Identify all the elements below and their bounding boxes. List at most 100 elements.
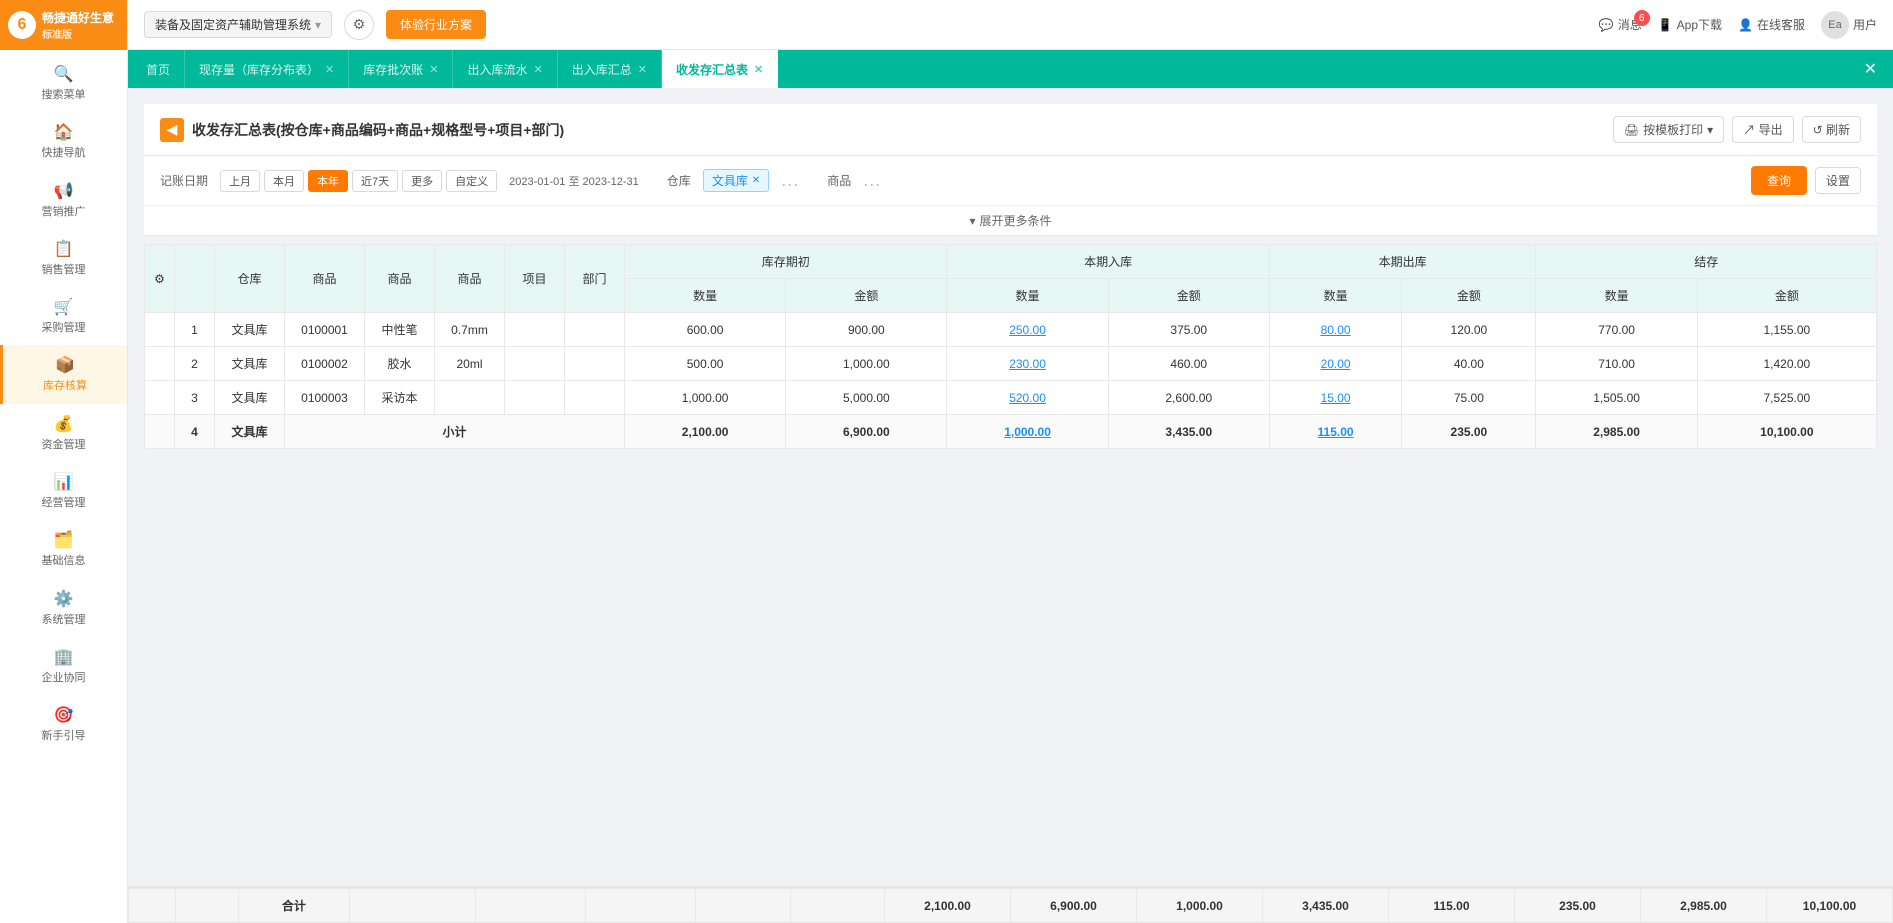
- subtotal-in-amt: 3,435.00: [1108, 415, 1269, 449]
- col-code-header: 商品: [285, 245, 365, 313]
- export-button[interactable]: ↗ 导出: [1732, 116, 1793, 143]
- export-icon: ↗: [1743, 123, 1755, 137]
- tab-recv-send-summary-close[interactable]: ✕: [754, 63, 763, 76]
- tabbar-close-button[interactable]: ✕: [1852, 59, 1889, 79]
- row1-open-amt: 900.00: [786, 313, 947, 347]
- warehouse-tag[interactable]: 文具库 ✕: [703, 169, 769, 192]
- tab-inout-summary-label: 出入库汇总: [572, 61, 632, 78]
- table-container: ⚙ 仓库 商品 商品 商品 项目 部门 库存期初 本期入库 本期出库 结存: [144, 244, 1877, 449]
- warehouse-more-button[interactable]: ...: [781, 170, 799, 191]
- row2-project: [505, 347, 565, 381]
- tab-batch-account-close[interactable]: ✕: [429, 63, 438, 76]
- col-num-header: [175, 245, 215, 313]
- tab-inout-flow[interactable]: 出入库流水 ✕: [453, 50, 557, 88]
- sidebar-item-basic-info[interactable]: 🗂️ 基础信息: [0, 520, 127, 578]
- collapse-arrow-button[interactable]: ◀: [160, 118, 184, 142]
- sidebar-item-search[interactable]: 🔍 搜索菜单: [0, 54, 127, 112]
- row2-num: 2: [175, 347, 215, 381]
- col-project-header: 项目: [505, 245, 565, 313]
- sidebar-item-quick-nav[interactable]: 🏠 快捷导航: [0, 112, 127, 170]
- topbar: 装备及固定资产辅助管理系统 ▾ ⚙ 体验行业方案 💬 消息 6 📱 App下载 …: [128, 0, 1893, 50]
- sidebar-item-operations[interactable]: 📊 经营管理: [0, 462, 127, 520]
- total-spacer2: [176, 889, 239, 923]
- subtotal-open-amt: 6,900.00: [786, 415, 947, 449]
- date-btn-custom[interactable]: 自定义: [446, 170, 497, 192]
- print-button[interactable]: 🖨 按模板打印 ▾: [1613, 116, 1724, 143]
- query-button[interactable]: 查询: [1751, 166, 1807, 195]
- tab-inout-flow-close[interactable]: ✕: [534, 63, 543, 76]
- subtotal-row: 4 文具库 小计 2,100.00 6,900.00 1,000.00 3,43…: [145, 415, 1877, 449]
- col-spec-header: 商品: [435, 245, 505, 313]
- subtotal-out-qty-link[interactable]: 115.00: [1318, 425, 1354, 439]
- experience-button[interactable]: 体验行业方案: [386, 10, 486, 39]
- sidebar-item-finance[interactable]: 💰 资金管理: [0, 404, 127, 462]
- row3-in-qty-link[interactable]: 520.00: [1009, 391, 1046, 405]
- settings-button[interactable]: ⚙: [344, 10, 374, 40]
- date-btn-last-month[interactable]: 上月: [220, 170, 260, 192]
- total-table: 合计 2,100.00 6,900.00 1,000.00 3,435.00 1…: [128, 888, 1893, 923]
- expand-down-icon: ▾: [969, 214, 975, 228]
- search-icon: 🔍: [54, 64, 74, 84]
- refresh-button[interactable]: ↺ 刷新: [1802, 116, 1861, 143]
- col-close-amt-subheader: 金额: [1697, 279, 1876, 313]
- sidebar-item-purchase[interactable]: 🛒 采购管理: [0, 287, 127, 345]
- date-btn-this-month[interactable]: 本月: [264, 170, 304, 192]
- app-download-button[interactable]: 📱 App下载: [1658, 16, 1722, 33]
- col-open-qty-subheader: 数量: [625, 279, 786, 313]
- notification-button[interactable]: 💬 消息 6: [1599, 16, 1642, 33]
- tab-inventory-dist-close[interactable]: ✕: [325, 63, 334, 76]
- row2-code: 0100002: [285, 347, 365, 381]
- filter-section: 记账日期 上月 本月 本年 近7天 更多 自定义 2023-01-01 至 20…: [144, 156, 1877, 236]
- row1-in-qty-link[interactable]: 250.00: [1009, 323, 1046, 337]
- total-spacer6: [696, 889, 791, 923]
- sidebar-item-system[interactable]: ⚙️ 系统管理: [0, 579, 127, 637]
- subtotal-warehouse: 文具库: [215, 415, 285, 449]
- row3-close-qty: 1,505.00: [1536, 381, 1697, 415]
- table-row: 1 文具库 0100001 中性笔 0.7mm 600.00 900.00 25…: [145, 313, 1877, 347]
- sidebar-item-marketing[interactable]: 📢 营销推广: [0, 171, 127, 229]
- row3-project: [505, 381, 565, 415]
- row3-dept: [565, 381, 625, 415]
- total-close-amt: 10,100.00: [1767, 889, 1893, 923]
- filter-settings-button[interactable]: 设置: [1815, 167, 1861, 194]
- row1-in-amt: 375.00: [1108, 313, 1269, 347]
- row1-out-qty-link[interactable]: 80.00: [1321, 323, 1351, 337]
- row3-out-qty-link[interactable]: 15.00: [1321, 391, 1351, 405]
- tab-inventory-dist[interactable]: 现存量（库存分布表） ✕: [185, 50, 349, 88]
- col-in-amt-subheader: 金额: [1108, 279, 1269, 313]
- online-service-button[interactable]: 👤 在线客服: [1738, 16, 1805, 33]
- tab-inout-summary[interactable]: 出入库汇总 ✕: [558, 50, 662, 88]
- date-btn-7days[interactable]: 近7天: [352, 170, 398, 192]
- total-spacer4: [475, 889, 585, 923]
- tab-home[interactable]: 首页: [132, 50, 185, 88]
- tab-inout-summary-close[interactable]: ✕: [638, 63, 647, 76]
- goods-label: 商品: [827, 172, 851, 189]
- tab-recv-send-summary-label: 收发存汇总表: [676, 61, 748, 78]
- tab-batch-account[interactable]: 库存批次账 ✕: [349, 50, 453, 88]
- table-footer: 合计 2,100.00 6,900.00 1,000.00 3,435.00 1…: [128, 886, 1893, 923]
- row1-warehouse: 文具库: [215, 313, 285, 347]
- subtotal-in-qty-link[interactable]: 1,000.00: [1004, 425, 1051, 439]
- sidebar-item-inventory[interactable]: 📦 库存核算: [0, 345, 127, 403]
- data-table: ⚙ 仓库 商品 商品 商品 项目 部门 库存期初 本期入库 本期出库 结存: [144, 244, 1877, 449]
- sidebar-item-newbie[interactable]: 🎯 新手引导: [0, 695, 127, 753]
- total-label: 合计: [239, 889, 349, 923]
- date-btn-this-year[interactable]: 本年: [308, 170, 348, 192]
- page-title: 收发存汇总表(按仓库+商品编码+商品+规格型号+项目+部门): [192, 120, 564, 140]
- home-icon: 🏠: [54, 122, 74, 142]
- finance-icon: 💰: [54, 414, 74, 434]
- row2-in-qty-link[interactable]: 230.00: [1009, 357, 1046, 371]
- refresh-icon: ↺: [1813, 123, 1823, 137]
- user-menu-button[interactable]: Ea 用户: [1821, 11, 1877, 39]
- total-close-qty: 2,985.00: [1641, 889, 1767, 923]
- goods-more-button[interactable]: ...: [863, 170, 881, 191]
- sidebar-item-sales[interactable]: 📋 销售管理: [0, 229, 127, 287]
- tab-recv-send-summary[interactable]: 收发存汇总表 ✕: [662, 50, 778, 88]
- sidebar-item-enterprise[interactable]: 🏢 企业协同: [0, 637, 127, 695]
- warehouse-tag-close[interactable]: ✕: [752, 175, 760, 186]
- date-btn-more[interactable]: 更多: [402, 170, 442, 192]
- system-selector[interactable]: 装备及固定资产辅助管理系统 ▾: [144, 11, 332, 38]
- row2-out-qty-link[interactable]: 20.00: [1321, 357, 1351, 371]
- notification-badge: 6: [1634, 10, 1650, 26]
- expand-more-conditions-button[interactable]: ▾ 展开更多条件: [969, 212, 1051, 229]
